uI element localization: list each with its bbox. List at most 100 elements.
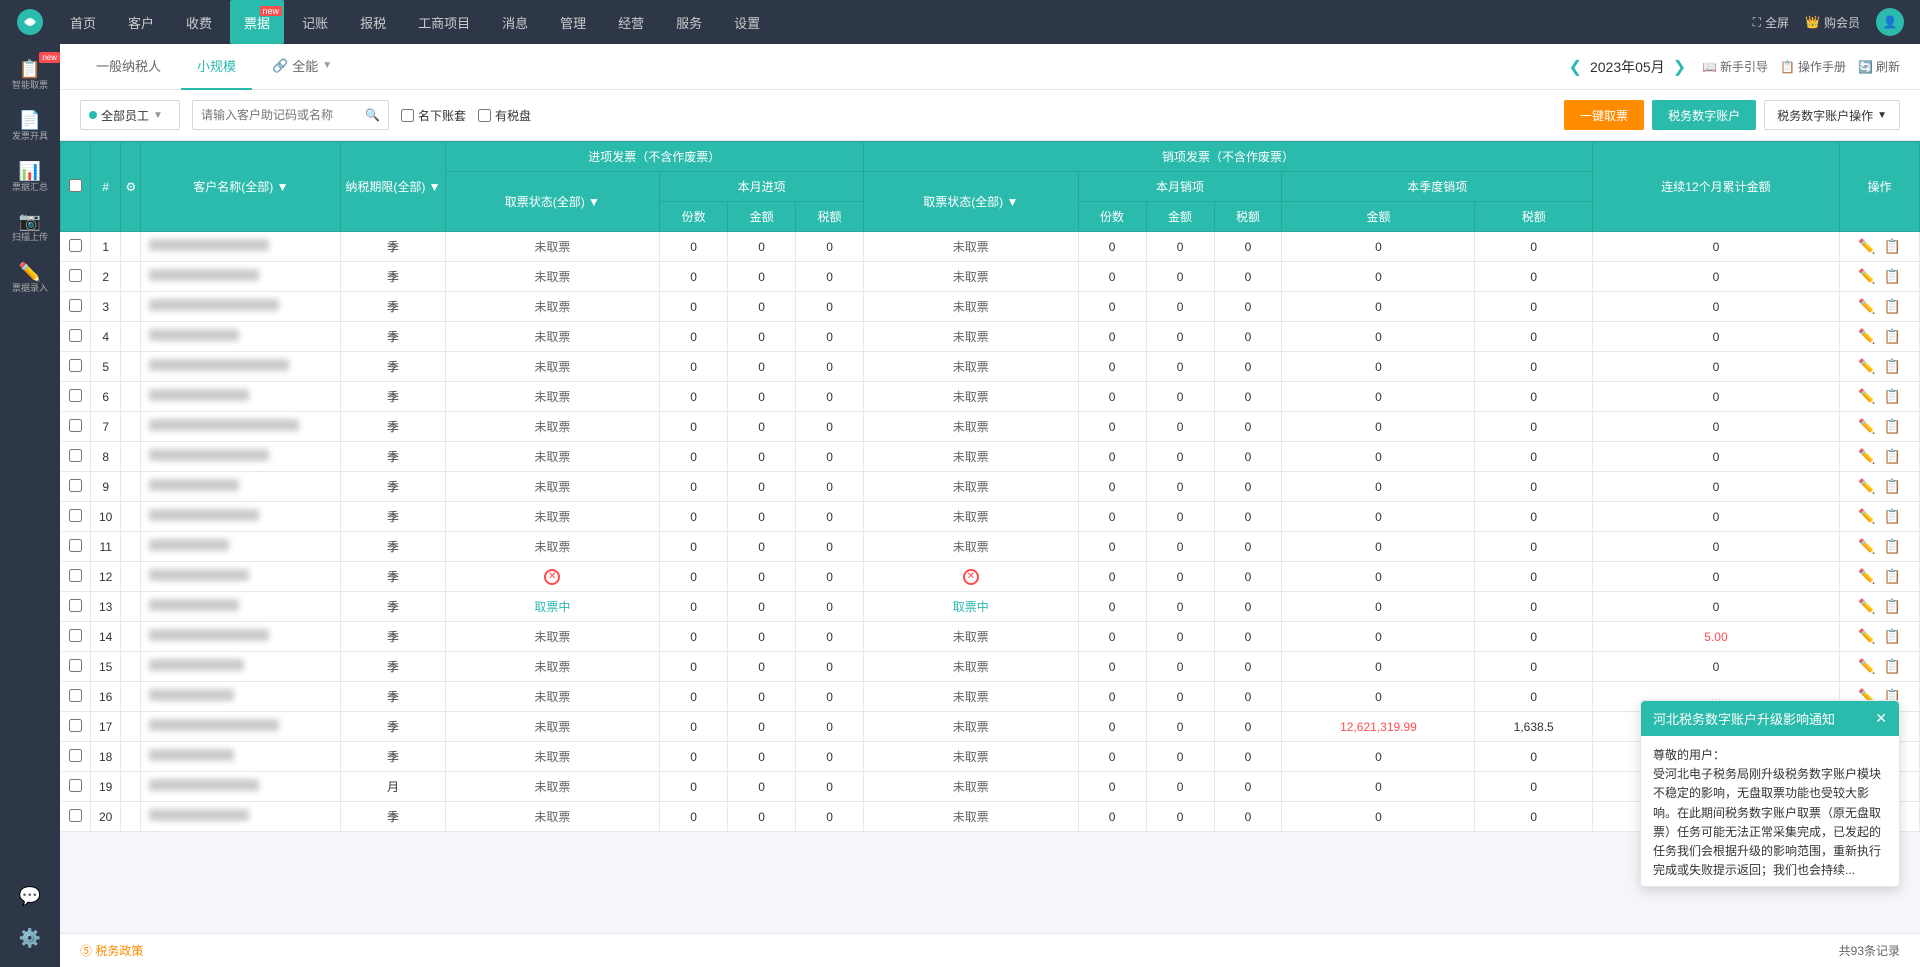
- fullscreen-button[interactable]: ⛶ 全屏: [1753, 14, 1789, 31]
- in-status-cell[interactable]: 未取票: [445, 352, 660, 382]
- search-input[interactable]: [201, 108, 361, 122]
- edit-icon[interactable]: ✏️: [1858, 628, 1875, 645]
- edit-icon[interactable]: ✏️: [1858, 328, 1875, 345]
- row-checkbox[interactable]: [69, 749, 82, 762]
- client-name-cell[interactable]: [141, 352, 341, 382]
- in-status-cell[interactable]: ✕: [445, 562, 660, 592]
- edit-icon[interactable]: ✏️: [1858, 508, 1875, 525]
- new-guide-button[interactable]: 📖 新手引导: [1702, 58, 1768, 75]
- row-checkbox[interactable]: [69, 359, 82, 372]
- row-checkbox[interactable]: [69, 329, 82, 342]
- client-name-cell[interactable]: [141, 382, 341, 412]
- out-status-cell[interactable]: 未取票: [864, 712, 1079, 742]
- out-status-cell[interactable]: 未取票: [864, 322, 1079, 352]
- copy-icon[interactable]: 📋: [1884, 628, 1901, 645]
- in-status-cell[interactable]: 未取票: [445, 712, 660, 742]
- row-checkbox[interactable]: [69, 239, 82, 252]
- out-status-cell[interactable]: 未取票: [864, 622, 1079, 652]
- row-checkbox[interactable]: [69, 389, 82, 402]
- digital-account-button[interactable]: 税务数字账户: [1652, 100, 1756, 130]
- in-status-cell[interactable]: 未取票: [445, 742, 660, 772]
- edit-icon[interactable]: ✏️: [1858, 538, 1875, 555]
- edit-icon[interactable]: ✏️: [1858, 268, 1875, 285]
- manual-button[interactable]: 📋 操作手册: [1780, 58, 1846, 75]
- out-status-cell[interactable]: 未取票: [864, 412, 1079, 442]
- copy-icon[interactable]: 📋: [1884, 598, 1901, 615]
- row-checkbox[interactable]: [69, 299, 82, 312]
- client-name-cell[interactable]: [141, 742, 341, 772]
- in-status-cell[interactable]: 未取票: [445, 682, 660, 712]
- edit-icon[interactable]: ✏️: [1858, 388, 1875, 405]
- settings-header[interactable]: ⚙: [121, 142, 141, 232]
- out-status-cell[interactable]: 未取票: [864, 262, 1079, 292]
- out-status-cell[interactable]: 未取票: [864, 502, 1079, 532]
- in-status-cell[interactable]: 未取票: [445, 802, 660, 832]
- edit-icon[interactable]: ✏️: [1858, 448, 1875, 465]
- row-checkbox[interactable]: [69, 539, 82, 552]
- in-status-cell[interactable]: 未取票: [445, 772, 660, 802]
- edit-icon[interactable]: ✏️: [1858, 478, 1875, 495]
- nav-settings[interactable]: 设置: [720, 0, 774, 44]
- nav-client[interactable]: 客户: [114, 0, 168, 44]
- in-status-cell[interactable]: 未取票: [445, 502, 660, 532]
- tax-period-header[interactable]: 纳税期限(全部) ▼: [341, 142, 445, 232]
- row-checkbox[interactable]: [69, 269, 82, 282]
- out-status-cell[interactable]: 取票中: [864, 592, 1079, 622]
- client-name-cell[interactable]: [141, 322, 341, 352]
- sidebar-item-scan[interactable]: 📷 扫描上传: [0, 204, 60, 251]
- row-checkbox[interactable]: [69, 779, 82, 792]
- client-name-cell[interactable]: [141, 712, 341, 742]
- copy-icon[interactable]: 📋: [1884, 298, 1901, 315]
- select-all-checkbox[interactable]: [69, 179, 82, 192]
- in-status-cell[interactable]: 未取票: [445, 442, 660, 472]
- row-checkbox[interactable]: [69, 659, 82, 672]
- row-checkbox[interactable]: [69, 479, 82, 492]
- client-name-cell[interactable]: [141, 802, 341, 832]
- sidebar-item-smart-invoice[interactable]: 📋 智能取票: [0, 52, 60, 99]
- in-status-cell[interactable]: 未取票: [445, 292, 660, 322]
- out-status-cell[interactable]: 未取票: [864, 472, 1079, 502]
- row-checkbox[interactable]: [69, 809, 82, 822]
- app-logo[interactable]: [16, 8, 44, 36]
- client-name-cell[interactable]: [141, 412, 341, 442]
- out-status-header[interactable]: 取票状态(全部) ▼: [864, 172, 1079, 232]
- client-name-cell[interactable]: [141, 232, 341, 262]
- copy-icon[interactable]: 📋: [1884, 268, 1901, 285]
- next-month-button[interactable]: ❯: [1673, 57, 1686, 77]
- out-status-cell[interactable]: 未取票: [864, 442, 1079, 472]
- client-name-cell[interactable]: [141, 532, 341, 562]
- sidebar-item-open-invoice[interactable]: 📄 发票开具: [0, 103, 60, 150]
- edit-icon[interactable]: ✏️: [1858, 598, 1875, 615]
- nav-business[interactable]: 工商项目: [404, 0, 484, 44]
- out-status-cell[interactable]: 未取票: [864, 742, 1079, 772]
- row-checkbox[interactable]: [69, 419, 82, 432]
- in-status-cell[interactable]: 取票中: [445, 592, 660, 622]
- copy-icon[interactable]: 📋: [1884, 538, 1901, 555]
- copy-icon[interactable]: 📋: [1884, 568, 1901, 585]
- client-name-cell[interactable]: [141, 652, 341, 682]
- nav-service[interactable]: 服务: [662, 0, 716, 44]
- edit-icon[interactable]: ✏️: [1858, 658, 1875, 675]
- out-status-cell[interactable]: 未取票: [864, 382, 1079, 412]
- row-checkbox[interactable]: [69, 629, 82, 642]
- copy-icon[interactable]: 📋: [1884, 328, 1901, 345]
- copy-icon[interactable]: 📋: [1884, 358, 1901, 375]
- client-name-header[interactable]: 客户名称(全部) ▼: [141, 142, 341, 232]
- client-name-cell[interactable]: [141, 592, 341, 622]
- nav-invoice[interactable]: 票据 new: [230, 0, 284, 44]
- taxpad-checkbox-label[interactable]: 有税盘: [478, 107, 531, 124]
- client-name-cell[interactable]: [141, 682, 341, 712]
- client-name-cell[interactable]: [141, 502, 341, 532]
- out-status-cell[interactable]: 未取票: [864, 652, 1079, 682]
- nav-fee[interactable]: 收费: [172, 0, 226, 44]
- copy-icon[interactable]: 📋: [1884, 388, 1901, 405]
- copy-icon[interactable]: 📋: [1884, 658, 1901, 675]
- in-status-cell[interactable]: 未取票: [445, 232, 660, 262]
- out-status-cell[interactable]: 未取票: [864, 352, 1079, 382]
- sidebar-item-summary[interactable]: 📊 票据汇总: [0, 154, 60, 201]
- tax-policy-link[interactable]: ⑤ 税务政策: [80, 942, 143, 959]
- edit-icon[interactable]: ✏️: [1858, 238, 1875, 255]
- account-checkbox-label[interactable]: 名下账套: [401, 107, 466, 124]
- tab-general-taxpayer[interactable]: 一般纳税人: [80, 44, 177, 90]
- copy-icon[interactable]: 📋: [1884, 418, 1901, 435]
